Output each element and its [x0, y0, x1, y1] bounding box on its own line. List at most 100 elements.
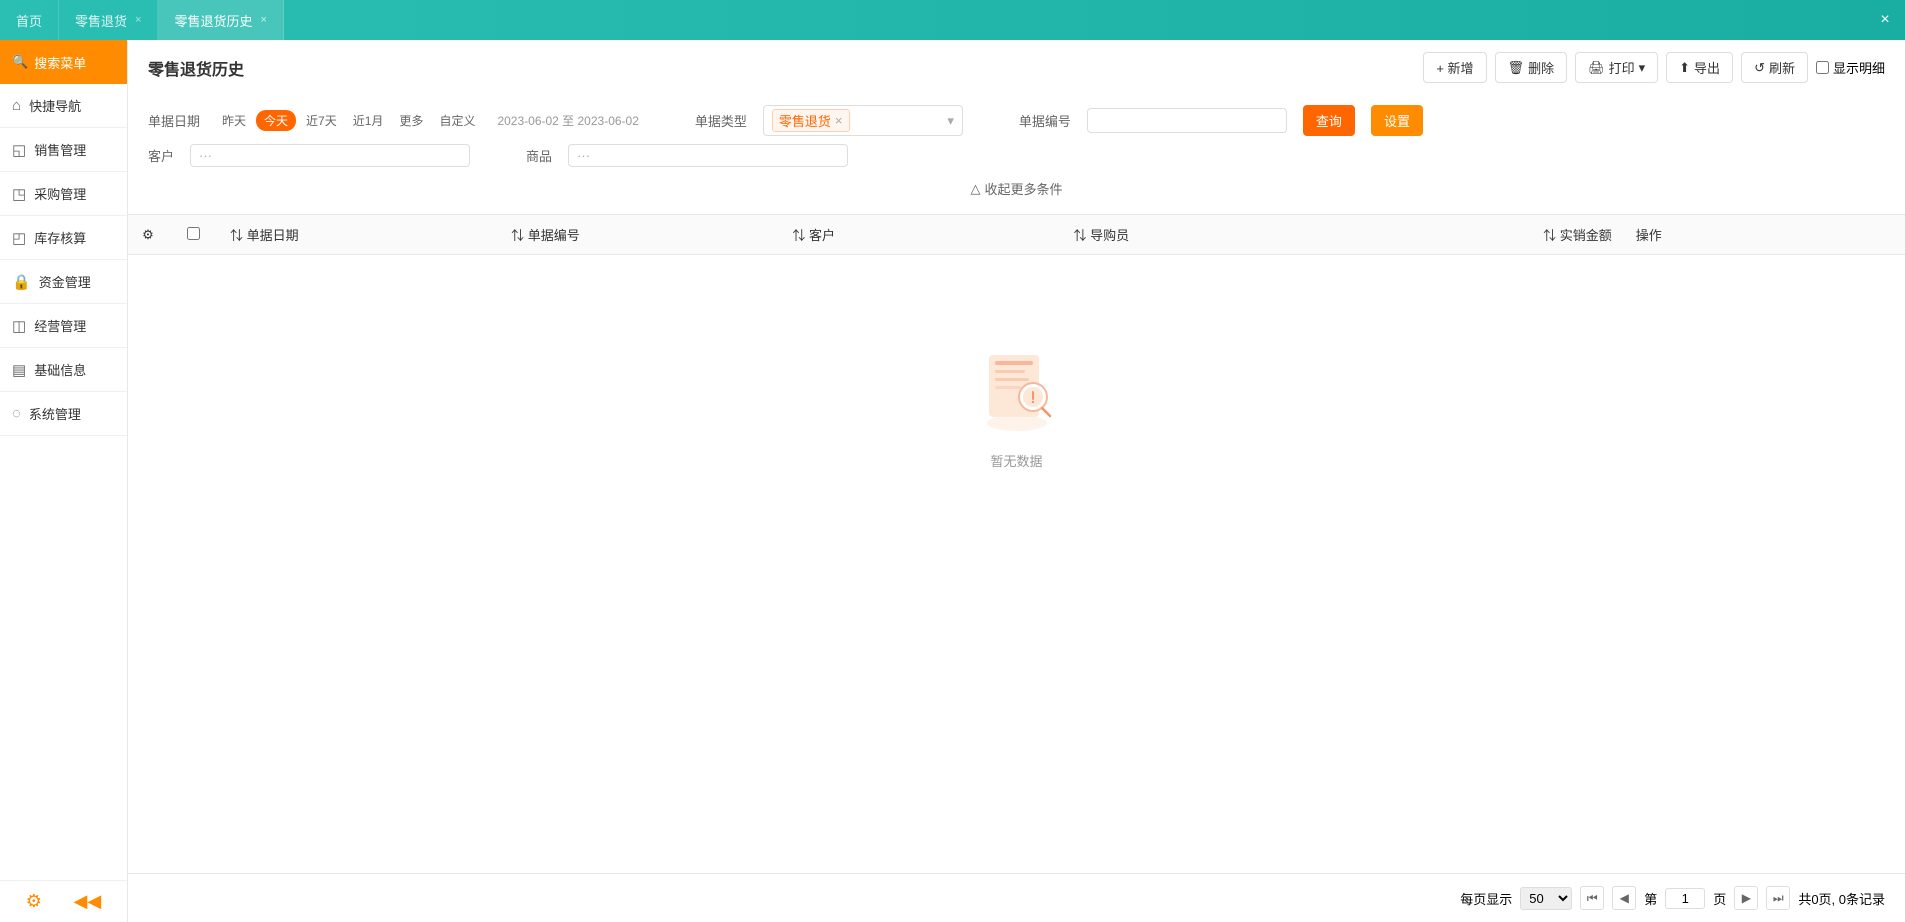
show-detail-checkbox-label[interactable]: 显示明细: [1816, 58, 1885, 77]
sidebar-search[interactable]: 🔍 搜索菜单: [0, 40, 127, 84]
th-amount[interactable]: ⇅ 实销金额: [1343, 215, 1624, 255]
sidebar-item-basic-info[interactable]: ▤ 基础信息: [0, 348, 127, 392]
sidebar-item-system[interactable]: ◌ 系统管理: [0, 392, 127, 436]
empty-state-icon: [967, 335, 1067, 435]
date-btn-more[interactable]: 更多: [393, 110, 429, 131]
toolbar: + 新增 🗑 删除 🖨 打印 ▾ ⬆ 导出: [1423, 52, 1885, 83]
purchase-icon: ◳: [12, 185, 26, 203]
type-filter-select[interactable]: 零售退货 × ▾: [763, 105, 963, 136]
sidebar: 🔍 搜索菜单 ⌂ 快捷导航 ◱ 销售管理 ◳ 采购管理 ◰ 库存核算 🔒 资金管…: [0, 40, 128, 922]
th-date[interactable]: ⇅ 单据日期: [218, 215, 499, 255]
sidebar-item-quick-nav[interactable]: ⌂ 快捷导航: [0, 84, 127, 128]
delete-icon: 🗑: [1508, 60, 1525, 76]
refresh-icon: ↺: [1754, 60, 1765, 76]
sidebar-item-inventory[interactable]: ◰ 库存核算: [0, 216, 127, 260]
export-icon: ⬆: [1679, 60, 1690, 76]
sidebar-label-system: 系统管理: [29, 404, 81, 423]
th-action: 操作: [1624, 215, 1905, 255]
date-btn-yesterday[interactable]: 昨天: [216, 110, 252, 131]
main-layout: 🔍 搜索菜单 ⌂ 快捷导航 ◱ 销售管理 ◳ 采购管理 ◰ 库存核算 🔒 资金管…: [0, 40, 1905, 922]
home-icon: ⌂: [12, 97, 21, 114]
page-title: 零售退货历史: [148, 56, 244, 80]
topbar: 首页 零售退货 × 零售退货历史 × ×: [0, 0, 1905, 40]
collapse-label: 收起更多条件: [984, 179, 1062, 198]
sidebar-bottom: ⚙ ◀◀: [0, 880, 127, 922]
prev-page-button[interactable]: ◀: [1612, 886, 1636, 910]
first-page-button[interactable]: ⏮: [1580, 886, 1604, 910]
refresh-button[interactable]: ↺ 刷新: [1741, 52, 1808, 83]
type-tag-close[interactable]: ×: [835, 113, 843, 128]
window-close-button[interactable]: ×: [1865, 0, 1905, 40]
total-info: 共0页, 0条记录: [1798, 889, 1885, 908]
audio-bottom-icon[interactable]: ◀◀: [74, 891, 102, 912]
tab-home[interactable]: 首页: [0, 0, 59, 40]
page-label: 第: [1644, 889, 1657, 908]
voucher-filter-input[interactable]: [1087, 108, 1287, 133]
type-filter-label: 单据类型: [695, 111, 747, 130]
settings-bottom-icon[interactable]: ⚙: [26, 891, 42, 912]
table-header-row: ⚙ ⇅ 单据日期 ⇅ 单据编号 ⇅: [128, 215, 1905, 255]
date-btn-7days[interactable]: 近7天: [300, 110, 343, 131]
query-button[interactable]: 查询: [1303, 105, 1355, 136]
print-icon: 🖨: [1588, 60, 1605, 76]
sidebar-item-purchase[interactable]: ◳ 采购管理: [0, 172, 127, 216]
export-button[interactable]: ⬆ 导出: [1666, 52, 1733, 83]
page-number-input[interactable]: [1665, 888, 1705, 909]
date-range-display: 2023-06-02 至 2023-06-02: [497, 112, 638, 129]
sidebar-label-inventory: 库存核算: [34, 228, 86, 247]
voucher-filter-label: 单据编号: [1019, 111, 1071, 130]
new-button[interactable]: + 新增: [1423, 52, 1486, 83]
sidebar-label-quick-nav: 快捷导航: [29, 96, 81, 115]
tab-retail-return[interactable]: 零售退货 ×: [59, 0, 158, 40]
last-page-button[interactable]: ⏭: [1766, 886, 1790, 910]
page-size-select: 50 10 20 100: [1520, 887, 1572, 910]
select-all-checkbox[interactable]: [187, 227, 200, 240]
empty-state: 暂无数据: [128, 255, 1905, 550]
tab-retail-return-history[interactable]: 零售退货历史 ×: [158, 0, 283, 40]
delete-button[interactable]: 🗑 删除: [1495, 52, 1568, 83]
type-select-chevron: ▾: [947, 113, 954, 129]
customer-filter-label: 客户: [148, 146, 174, 165]
collapse-bar[interactable]: △ 收起更多条件: [148, 175, 1885, 206]
settings-button[interactable]: 设置: [1371, 105, 1423, 136]
sidebar-item-finance[interactable]: 🔒 资金管理: [0, 260, 127, 304]
date-btn-today[interactable]: 今天: [256, 110, 296, 131]
filter-area: 单据日期 昨天 今天 近7天 近1月 更多 自定义 2023-06-02 至 2…: [148, 95, 1885, 214]
search-icon: 🔍: [12, 54, 28, 70]
goods-filter-select[interactable]: ···: [568, 144, 848, 167]
next-page-button[interactable]: ▶: [1734, 886, 1758, 910]
date-btn-1month[interactable]: 近1月: [347, 110, 390, 131]
sidebar-item-sales[interactable]: ◱ 销售管理: [0, 128, 127, 172]
th-customer[interactable]: ⇅ 客户: [780, 215, 1061, 255]
customer-filter-select[interactable]: ···: [190, 144, 470, 167]
empty-state-text: 暂无数据: [990, 451, 1042, 470]
per-page-dropdown[interactable]: 50 10 20 100: [1520, 887, 1572, 910]
sales-icon: ◱: [12, 141, 26, 159]
table-container: ⚙ ⇅ 单据日期 ⇅ 单据编号 ⇅: [128, 215, 1905, 873]
sidebar-label-purchase: 采购管理: [34, 184, 86, 203]
page-title-row: 零售退货历史 + 新增 🗑 删除 🖨 打印 ▾ ⬆: [148, 52, 1885, 83]
sidebar-label-sales: 销售管理: [34, 140, 86, 159]
finance-icon: 🔒: [12, 273, 31, 291]
th-number[interactable]: ⇅ 单据编号: [499, 215, 780, 255]
th-guide[interactable]: ⇅ 导购员: [1061, 215, 1342, 255]
page-unit: 页: [1713, 889, 1726, 908]
filter-row-customer: 客户 ··· 商品 ···: [148, 144, 1885, 167]
date-filter-buttons: 昨天 今天 近7天 近1月 更多 自定义: [216, 110, 481, 131]
filter-row-date: 单据日期 昨天 今天 近7天 近1月 更多 自定义 2023-06-02 至 2…: [148, 105, 1885, 136]
chevron-up-icon: △: [970, 181, 980, 197]
print-dropdown-icon: ▾: [1639, 60, 1646, 76]
type-filter-tag: 零售退货 ×: [772, 109, 850, 132]
th-checkbox[interactable]: [168, 215, 218, 255]
topbar-tabs: 首页 零售退货 × 零售退货历史 ×: [0, 0, 1865, 40]
sidebar-search-label: 搜索菜单: [34, 53, 86, 72]
print-button[interactable]: 🖨 打印 ▾: [1575, 52, 1658, 83]
sidebar-item-operations[interactable]: ◫ 经营管理: [0, 304, 127, 348]
date-btn-custom[interactable]: 自定义: [433, 110, 481, 131]
tab-retail-return-close[interactable]: ×: [135, 14, 141, 26]
th-settings[interactable]: ⚙: [128, 215, 168, 255]
show-detail-checkbox[interactable]: [1816, 61, 1829, 74]
inventory-icon: ◰: [12, 229, 26, 247]
tab-retail-return-history-close[interactable]: ×: [260, 14, 266, 26]
data-table: ⚙ ⇅ 单据日期 ⇅ 单据编号 ⇅: [128, 215, 1905, 255]
